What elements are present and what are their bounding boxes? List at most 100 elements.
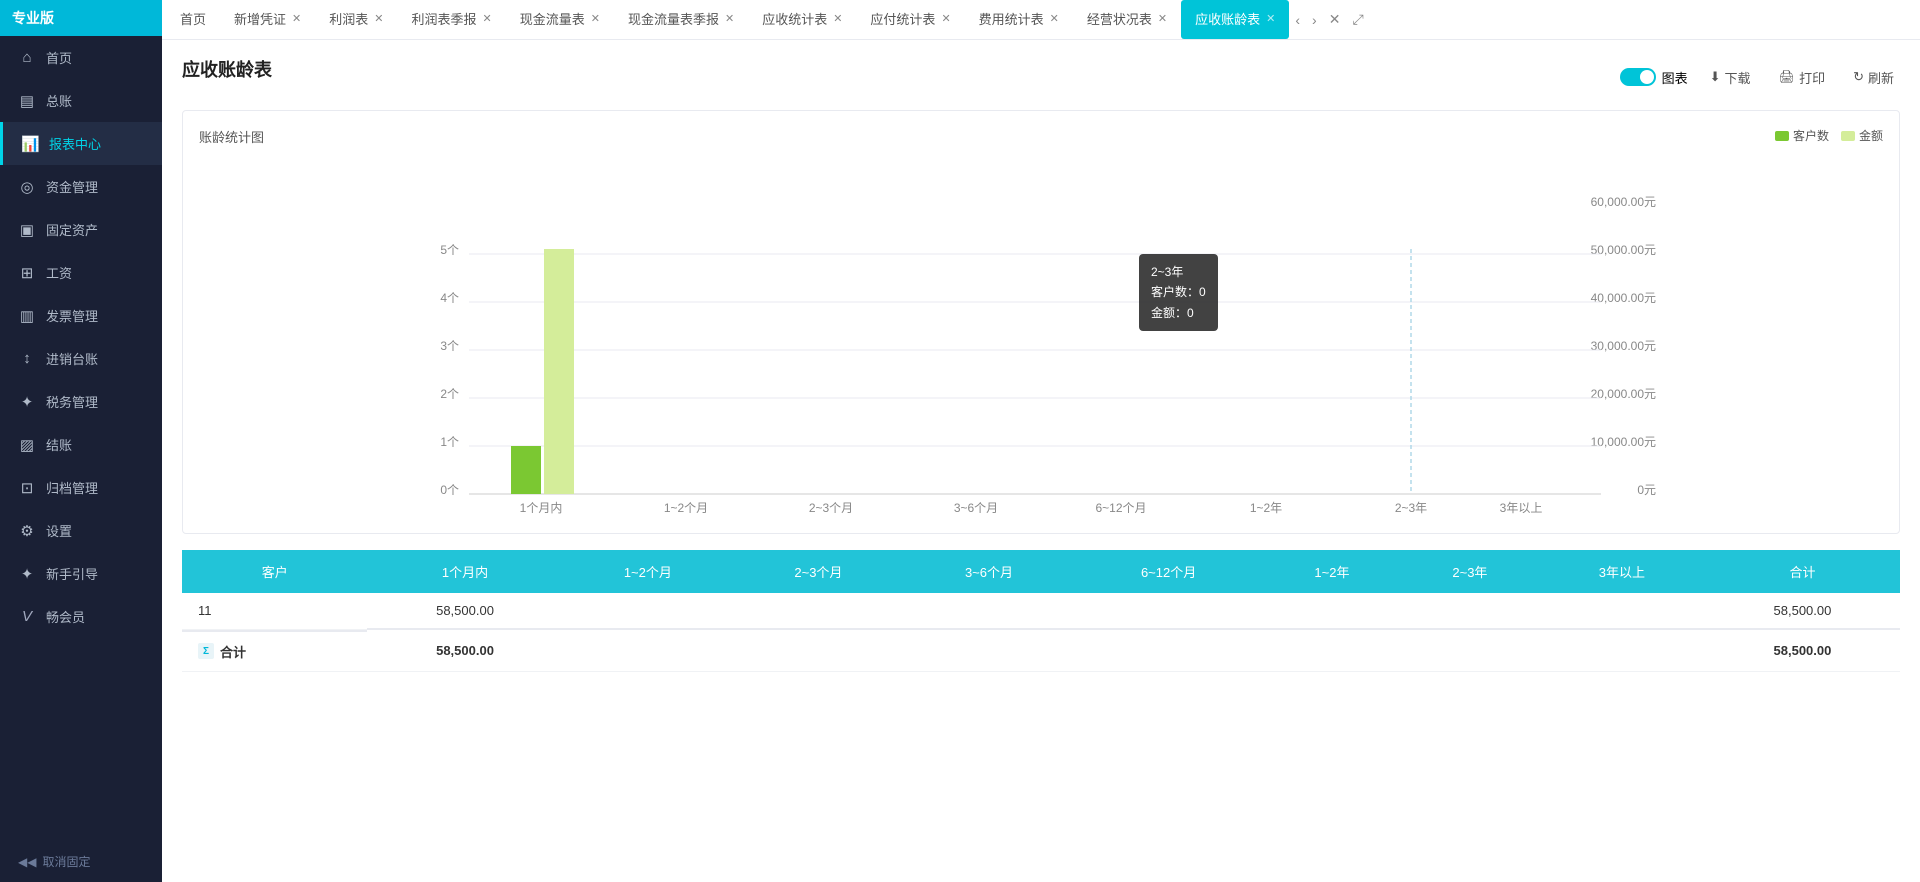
svg-text:60,000.00元: 60,000.00元 <box>1591 195 1656 209</box>
sidebar-logo: 专业版 <box>0 0 162 36</box>
tab-voucher[interactable]: 新增凭证 ✕ <box>220 0 315 39</box>
page-title: 应收账龄表 <box>182 56 272 82</box>
tab-expand-btn[interactable]: ⤢ <box>1346 7 1369 32</box>
total-m36 <box>904 629 1075 672</box>
sidebar-item-label: 畅会员 <box>46 607 85 626</box>
legend-label-amount: 金额 <box>1859 127 1883 144</box>
col-m612: 6~12个月 <box>1074 550 1263 593</box>
tab-close-profit-quarter[interactable]: ✕ <box>483 12 492 25</box>
svg-text:3~6个月: 3~6个月 <box>954 501 998 514</box>
refresh-btn[interactable]: ↻ 刷新 <box>1847 64 1900 91</box>
download-icon: ⬇ <box>1710 69 1721 85</box>
sidebar-item-closing[interactable]: ▨ 结账 <box>0 423 162 466</box>
tab-close-all-btn[interactable]: ✕ <box>1323 7 1347 32</box>
tab-close-ar-stats[interactable]: ✕ <box>833 12 842 25</box>
tab-close-voucher[interactable]: ✕ <box>292 12 301 25</box>
sidebar-collapse-btn[interactable]: ◀◀ 取消固定 <box>0 841 162 882</box>
tab-profit[interactable]: 利润表 ✕ <box>315 0 397 39</box>
cell-m36 <box>904 593 1075 629</box>
sidebar-item-member[interactable]: V 畅会员 <box>0 595 162 638</box>
sidebar-item-ledger[interactable]: ▤ 总账 <box>0 79 162 122</box>
tab-close-cashflow[interactable]: ✕ <box>591 12 600 25</box>
total-m12 <box>563 629 734 672</box>
col-customer: 客户 <box>182 550 367 593</box>
sidebar-item-sales[interactable]: ↕ 进销台账 <box>0 337 162 380</box>
svg-text:1~2个月: 1~2个月 <box>664 501 708 514</box>
svg-text:1个月内: 1个月内 <box>520 501 563 514</box>
total-y12 <box>1263 629 1401 672</box>
chart-legend: 客户数 金额 <box>1775 127 1883 144</box>
sidebar-item-label: 工资 <box>46 263 72 282</box>
tab-bar: 首页 新增凭证 ✕ 利润表 ✕ 利润表季报 ✕ 现金流量表 ✕ 现金流量表季报 … <box>162 0 1920 40</box>
tab-prev-btn[interactable]: ‹ <box>1289 8 1306 32</box>
funds-icon: ◎ <box>18 178 36 196</box>
tab-profit-quarter[interactable]: 利润表季报 ✕ <box>397 0 505 39</box>
tab-close-ap-stats[interactable]: ✕ <box>941 12 950 25</box>
sidebar-item-guide[interactable]: ✦ 新手引导 <box>0 552 162 595</box>
svg-text:6~12个月: 6~12个月 <box>1095 501 1146 514</box>
sidebar-item-label: 发票管理 <box>46 306 98 325</box>
sidebar-item-label: 新手引导 <box>46 564 98 583</box>
tab-close-cashflow-quarter[interactable]: ✕ <box>725 12 734 25</box>
svg-text:40,000.00元: 40,000.00元 <box>1591 291 1656 305</box>
col-total: 合计 <box>1705 550 1900 593</box>
total-icon: Σ <box>198 643 214 659</box>
tab-ar-stats[interactable]: 应收统计表 ✕ <box>748 0 856 39</box>
sidebar-item-salary[interactable]: ⊞ 工资 <box>0 251 162 294</box>
sidebar-item-archive[interactable]: ⊡ 归档管理 <box>0 466 162 509</box>
legend-customer-count: 客户数 <box>1775 127 1829 144</box>
legend-color-customers <box>1775 131 1789 141</box>
print-icon: 🖨 <box>1779 69 1796 85</box>
reports-icon: 📊 <box>21 135 39 153</box>
tab-close-expense-stats[interactable]: ✕ <box>1050 12 1059 25</box>
tab-next-btn[interactable]: › <box>1306 8 1323 32</box>
total-label-cell: Σ 合计 <box>182 630 367 672</box>
sidebar-item-assets[interactable]: ▣ 固定资产 <box>0 208 162 251</box>
sidebar-item-invoice[interactable]: ▥ 发票管理 <box>0 294 162 337</box>
sidebar-item-settings[interactable]: ⚙ 设置 <box>0 509 162 552</box>
chart-toggle-wrap: 图表 <box>1620 68 1688 87</box>
sidebar-item-label: 税务管理 <box>46 392 98 411</box>
sidebar-item-tax[interactable]: ✦ 税务管理 <box>0 380 162 423</box>
tab-close-profit[interactable]: ✕ <box>374 12 383 25</box>
svg-text:3个: 3个 <box>440 339 459 353</box>
refresh-icon: ↻ <box>1853 69 1864 85</box>
tab-expense-stats[interactable]: 费用统计表 ✕ <box>965 0 1073 39</box>
table-row: 11 58,500.00 58,500.00 <box>182 593 1900 629</box>
download-btn[interactable]: ⬇ 下载 <box>1704 64 1757 91</box>
svg-text:5个: 5个 <box>440 243 459 257</box>
total-label: 合计 <box>220 642 246 661</box>
table-header-row: 客户 1个月内 1~2个月 2~3个月 3~6个月 6~12个月 1~2年 2~… <box>182 550 1900 593</box>
svg-text:1个: 1个 <box>440 435 459 449</box>
tab-ar-aging[interactable]: 应收账龄表 ✕ <box>1181 0 1289 39</box>
print-btn[interactable]: 🖨 打印 <box>1773 64 1832 91</box>
sidebar-item-funds[interactable]: ◎ 资金管理 <box>0 165 162 208</box>
bar-yellow-m1[interactable] <box>544 249 574 494</box>
tab-ap-stats[interactable]: 应付统计表 ✕ <box>856 0 964 39</box>
title-row: 应收账龄表 图表 ⬇ 下载 🖨 打印 ↻ 刷新 <box>182 56 1900 98</box>
chart-toggle[interactable] <box>1620 68 1656 86</box>
cell-m12 <box>563 593 734 629</box>
cell-y12 <box>1263 593 1401 629</box>
svg-text:2个: 2个 <box>440 387 459 401</box>
tab-close-biz-status[interactable]: ✕ <box>1158 12 1167 25</box>
bar-green-m1[interactable] <box>511 446 541 494</box>
sidebar-item-home[interactable]: ⌂ 首页 <box>0 36 162 79</box>
cell-total: 58,500.00 <box>1705 593 1900 629</box>
collapse-label: 取消固定 <box>42 853 90 870</box>
tab-biz-status[interactable]: 经营状况表 ✕ <box>1073 0 1181 39</box>
svg-text:2~3年: 2~3年 <box>1395 501 1427 514</box>
tab-cashflow[interactable]: 现金流量表 ✕ <box>506 0 614 39</box>
sidebar-item-reports[interactable]: 📊 报表中心 <box>0 122 162 165</box>
tab-cashflow-quarter[interactable]: 现金流量表季报 ✕ <box>614 0 748 39</box>
tax-icon: ✦ <box>18 393 36 411</box>
print-label: 打印 <box>1799 68 1825 87</box>
title-actions: 图表 ⬇ 下载 🖨 打印 ↻ 刷新 <box>1620 64 1900 91</box>
svg-text:3年以上: 3年以上 <box>1500 501 1543 514</box>
tab-home[interactable]: 首页 <box>166 0 220 39</box>
tab-close-ar-aging[interactable]: ✕ <box>1266 12 1275 25</box>
cell-customer: 11 <box>182 593 367 629</box>
total-m1: 58,500.00 <box>367 629 562 672</box>
svg-text:4个: 4个 <box>440 291 459 305</box>
col-m12: 1~2个月 <box>563 550 734 593</box>
